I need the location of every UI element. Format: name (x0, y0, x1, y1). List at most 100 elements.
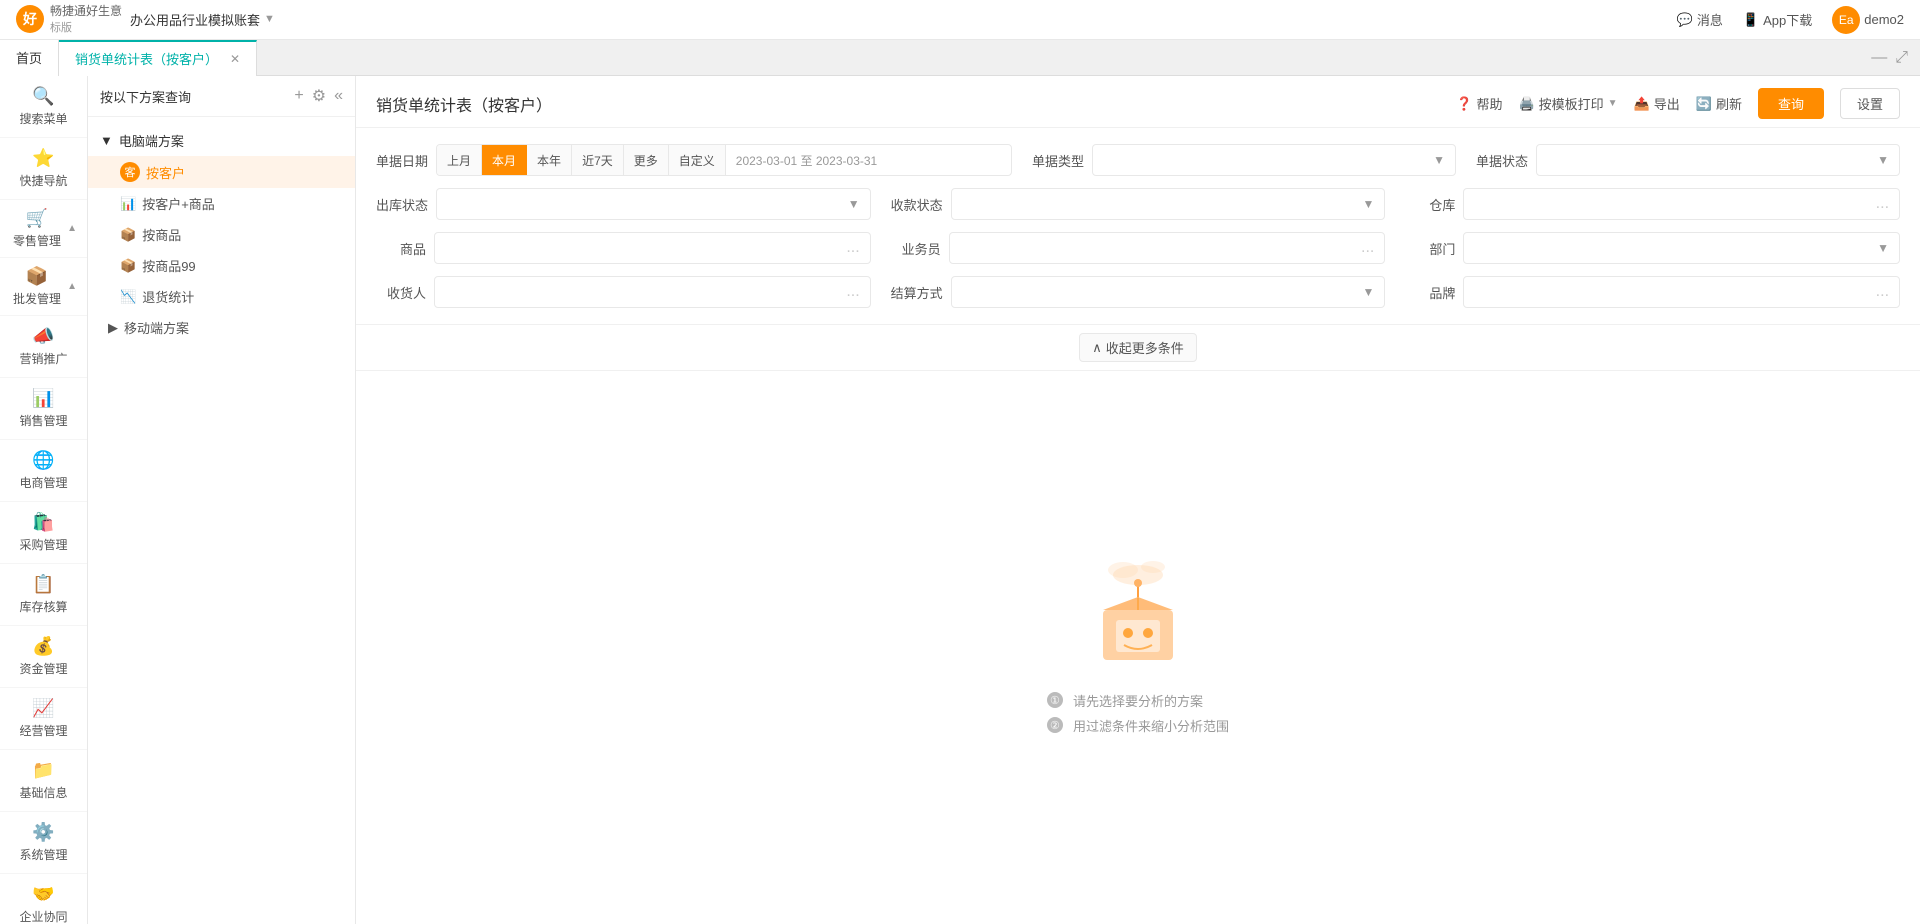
date-filter-control[interactable]: 上月 本月 本年 近7天 更多 自定义 2023-03-01 至 2023-03… (436, 144, 1012, 176)
purchase-label: 采购管理 (19, 536, 67, 553)
template-print-button[interactable]: 🖨️ 按模板打印 ▼ (1518, 94, 1617, 113)
query-button[interactable]: 查询 (1758, 88, 1824, 119)
industry-dropdown[interactable]: 办公用品行业模拟账套 ▼ (130, 10, 275, 29)
mobile-arrow-icon: ▶ (108, 320, 118, 336)
enterprise-label: 企业协同 (19, 908, 67, 924)
sidebar-item-enterprise[interactable]: 🤝 企业协同 (0, 874, 87, 924)
salesman-label: 业务员 (891, 239, 941, 258)
add-scheme-icon[interactable]: + (294, 87, 303, 105)
brand-dots[interactable]: ... (1876, 283, 1889, 301)
date-more[interactable]: 更多 (624, 145, 669, 175)
scheme-by-customer-goods[interactable]: 📊 按客户+商品 (88, 188, 355, 219)
mobile-group-header[interactable]: ▶ 移动端方案 (88, 312, 355, 343)
warehouse-dots[interactable]: ... (1876, 195, 1889, 213)
warehouse-input[interactable]: ... (1463, 188, 1900, 220)
goods-dots[interactable]: ... (846, 239, 859, 257)
scheme-by-customer[interactable]: 客 按客户 (88, 156, 355, 188)
logo-icon: 好 (16, 5, 44, 33)
app-download-button[interactable]: 📱 App下载 (1743, 10, 1812, 29)
sidebar-item-ecom[interactable]: 🌐 电商管理 (0, 440, 87, 502)
sidebar-item-system[interactable]: ⚙️ 系统管理 (0, 812, 87, 874)
sidebar-item-search-menu[interactable]: 🔍 搜索菜单 (0, 76, 87, 138)
nav-sidebar: 🔍 搜索菜单 ⭐ 快捷导航 🛒 零售管理 ▲ 📦 批发管理 ▲ 📣 营销推广 (0, 76, 88, 924)
user-menu[interactable]: Ea demo2 (1832, 6, 1904, 34)
maximize-icon[interactable]: ⤢ (1895, 49, 1908, 67)
collect-status-dropdown[interactable]: ▼ (951, 188, 1386, 220)
quick-nav-label: 快捷导航 (19, 172, 67, 189)
settle-dropdown[interactable]: ▼ (951, 276, 1386, 308)
sidebar-item-quick-nav[interactable]: ⭐ 快捷导航 (0, 138, 87, 200)
help-button[interactable]: ❓ 帮助 (1456, 94, 1502, 113)
by-goods-icon: 📦 (120, 227, 136, 243)
by-goods-label: 按商品 (142, 225, 181, 244)
retail-icon: 🛒 (26, 208, 48, 229)
marketing-label: 营销推广 (19, 350, 67, 367)
sidebar-item-operation[interactable]: 📈 经营管理 (0, 688, 87, 750)
tab-close-icon[interactable]: ✕ (230, 52, 240, 66)
sidebar-item-marketing[interactable]: 📣 营销推广 (0, 316, 87, 378)
export-button[interactable]: 📤 导出 (1634, 94, 1680, 113)
scheme-refund-stat[interactable]: 📉 退货统计 (88, 281, 355, 312)
date-this-month[interactable]: 本月 (482, 145, 527, 175)
by-goods-99-label: 按商品99 (142, 256, 195, 275)
doc-type-field: 单据类型 ▼ (1032, 144, 1456, 176)
settings-button[interactable]: 设置 (1840, 88, 1900, 119)
settings-scheme-icon[interactable]: ⚙ (312, 86, 326, 106)
sidebar-item-basic[interactable]: 📁 基础信息 (0, 750, 87, 812)
goods-field: 商品 ... (376, 232, 871, 264)
salesman-input[interactable]: ... (949, 232, 1386, 264)
page-actions: ❓ 帮助 🖨️ 按模板打印 ▼ 📤 导出 🔄 刷新 (1456, 88, 1900, 119)
help-icon: ❓ (1456, 96, 1472, 112)
doc-status-chevron: ▼ (1877, 153, 1889, 167)
ecom-icon: 🌐 (32, 450, 54, 471)
message-label: 消息 (1697, 10, 1723, 29)
desktop-group-header[interactable]: ▼ 电脑端方案 (88, 125, 355, 156)
filter-row-2: 出库状态 ▼ 收款状态 ▼ (376, 188, 1900, 220)
refresh-button[interactable]: 🔄 刷新 (1696, 94, 1742, 113)
dropdown-arrow-icon: ▼ (264, 13, 275, 25)
recipient-input[interactable]: ... (434, 276, 871, 308)
out-status-dropdown[interactable]: ▼ (436, 188, 871, 220)
logo-text-block: 畅捷通好生意 标版 (50, 4, 122, 34)
sidebar-item-inventory[interactable]: 📋 库存核算 (0, 564, 87, 626)
help-label: 帮助 (1476, 94, 1502, 113)
minimize-icon[interactable]: — (1871, 49, 1887, 67)
tip2-num: ② (1047, 717, 1063, 733)
tab-home[interactable]: 首页 (0, 40, 59, 76)
collapse-label: 收起更多条件 (1106, 338, 1184, 357)
dept-dropdown[interactable]: ▼ (1463, 232, 1900, 264)
doc-status-dropdown[interactable]: ▼ (1536, 144, 1900, 176)
empty-text: ① 请先选择要分析的方案 ② 用过滤条件来缩小分析范围 (1047, 691, 1229, 741)
tab-sales-stat[interactable]: 销货单统计表（按客户） ✕ (59, 40, 257, 76)
doc-type-dropdown[interactable]: ▼ (1092, 144, 1456, 176)
collapse-button[interactable]: ∧ 收起更多条件 (1079, 333, 1197, 362)
salesman-dots[interactable]: ... (1361, 239, 1374, 257)
date-7days[interactable]: 近7天 (572, 145, 624, 175)
date-this-year[interactable]: 本年 (527, 145, 572, 175)
brand-label: 品牌 (1405, 283, 1455, 302)
finance-icon: 💰 (32, 636, 54, 657)
date-last-month[interactable]: 上月 (437, 145, 482, 175)
ecom-label: 电商管理 (19, 474, 67, 491)
message-button[interactable]: 💬 消息 (1677, 10, 1723, 29)
date-label: 单据日期 (376, 151, 428, 170)
scheme-by-goods-99[interactable]: 📦 按商品99 (88, 250, 355, 281)
by-customer-goods-label: 按客户+商品 (142, 194, 215, 213)
tab-actions: — ⤢ (1871, 49, 1920, 67)
date-custom[interactable]: 自定义 (669, 145, 726, 175)
avatar: Ea (1832, 6, 1860, 34)
recipient-dots[interactable]: ... (846, 283, 859, 301)
goods-input[interactable]: ... (434, 232, 871, 264)
scheme-by-goods[interactable]: 📦 按商品 (88, 219, 355, 250)
brand-input[interactable]: ... (1463, 276, 1900, 308)
sidebar-item-retail[interactable]: 🛒 零售管理 ▲ (0, 200, 87, 258)
sidebar-item-purchase[interactable]: 🛍️ 采购管理 (0, 502, 87, 564)
collapse-panel-icon[interactable]: « (334, 87, 343, 105)
empty-state: ① 请先选择要分析的方案 ② 用过滤条件来缩小分析范围 (356, 371, 1920, 924)
sidebar-item-sales[interactable]: 📊 销售管理 (0, 378, 87, 440)
sidebar-item-finance[interactable]: 💰 资金管理 (0, 626, 87, 688)
sidebar-item-wholesale[interactable]: 📦 批发管理 ▲ (0, 258, 87, 316)
doc-status-field: 单据状态 ▼ (1476, 144, 1900, 176)
goods-label: 商品 (376, 239, 426, 258)
page-header: 销货单统计表（按客户） ❓ 帮助 🖨️ 按模板打印 ▼ 📤 导出 (356, 76, 1920, 128)
